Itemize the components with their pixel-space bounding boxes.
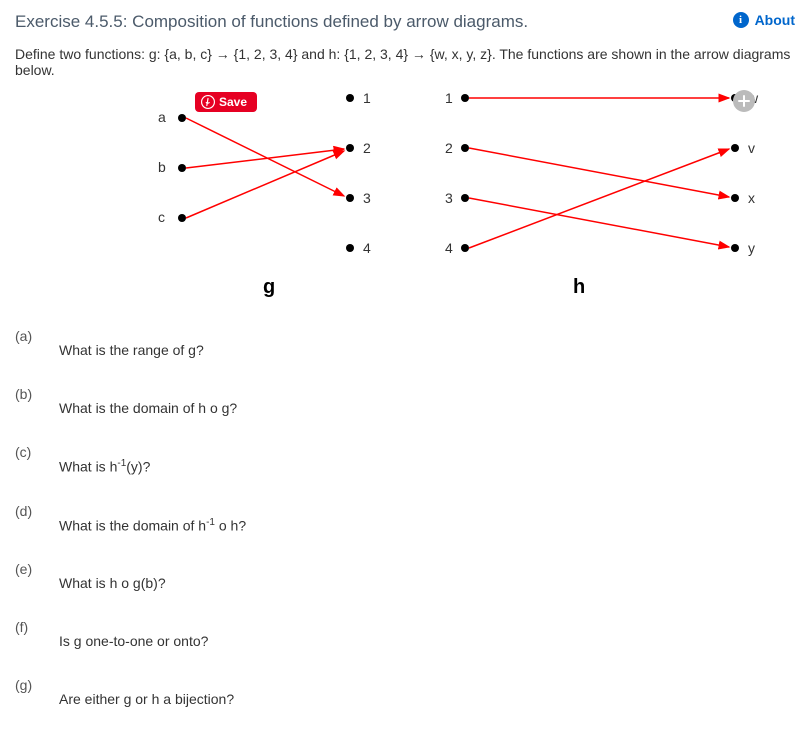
pinterest-icon [201, 95, 215, 109]
question-b: (b) What is the domain of h o g? [15, 386, 795, 416]
h-dom-3: 3 [445, 190, 453, 206]
h-cod-y: y [748, 240, 755, 256]
question-label: (g) [15, 677, 59, 693]
question-label: (b) [15, 386, 59, 402]
question-label: (c) [15, 444, 59, 460]
question-d: (d) What is the domain of h-1 o h? [15, 503, 795, 534]
info-icon: i [733, 12, 749, 28]
question-text: What is the range of g? [59, 328, 204, 358]
h-dom-2: 2 [445, 140, 453, 156]
h-cod-v: v [748, 140, 755, 156]
question-text: What is h-1(y)? [59, 444, 150, 475]
question-c: (c) What is h-1(y)? [15, 444, 795, 475]
expand-icon[interactable] [733, 90, 755, 112]
save-label: Save [219, 95, 247, 109]
h-arrow-3-y [469, 198, 729, 247]
about-link[interactable]: i About [733, 12, 795, 28]
about-label: About [755, 12, 795, 28]
function-diagram-svg: a b c 1 2 3 4 g 1 2 3 4 [15, 88, 795, 318]
g-cod-2: 2 [363, 140, 371, 156]
problem-definition: Define two functions: g: {a, b, c} → {1,… [15, 46, 795, 78]
g-cod-4: 4 [363, 240, 371, 256]
h-dom-4: 4 [445, 240, 453, 256]
question-text: What is the domain of h o g? [59, 386, 237, 416]
g-cod-3: 3 [363, 190, 371, 206]
g-arrow-b-2 [186, 149, 344, 168]
g-cod-1: 1 [363, 90, 371, 106]
header: Exercise 4.5.5: Composition of functions… [15, 12, 795, 32]
g-domain-c: c [158, 209, 165, 225]
g-domain-a: a [158, 109, 166, 125]
question-text: Is g one-to-one or onto? [59, 619, 208, 649]
question-label: (f) [15, 619, 59, 635]
question-label: (d) [15, 503, 59, 519]
question-text: What is the domain of h-1 o h? [59, 503, 246, 534]
question-g: (g) Are either g or h a bijection? [15, 677, 795, 707]
h-arrow-2-x [469, 148, 729, 197]
arrow-diagrams: Save a b c 1 2 3 4 g [15, 88, 795, 318]
exercise-title: Exercise 4.5.5: Composition of functions… [15, 12, 528, 32]
g-domain-b: b [158, 159, 166, 175]
g-label: g [263, 276, 275, 298]
question-f: (f) Is g one-to-one or onto? [15, 619, 795, 649]
h-label: h [573, 276, 585, 298]
question-label: (a) [15, 328, 59, 344]
question-a: (a) What is the range of g? [15, 328, 795, 358]
question-text: What is h o g(b)? [59, 561, 166, 591]
question-e: (e) What is h o g(b)? [15, 561, 795, 591]
h-dom-1: 1 [445, 90, 453, 106]
save-button[interactable]: Save [195, 92, 257, 112]
question-label: (e) [15, 561, 59, 577]
questions-list: (a) What is the range of g? (b) What is … [15, 328, 795, 707]
h-arrow-4-v [469, 149, 729, 248]
h-cod-x: x [748, 190, 755, 206]
question-text: Are either g or h a bijection? [59, 677, 234, 707]
